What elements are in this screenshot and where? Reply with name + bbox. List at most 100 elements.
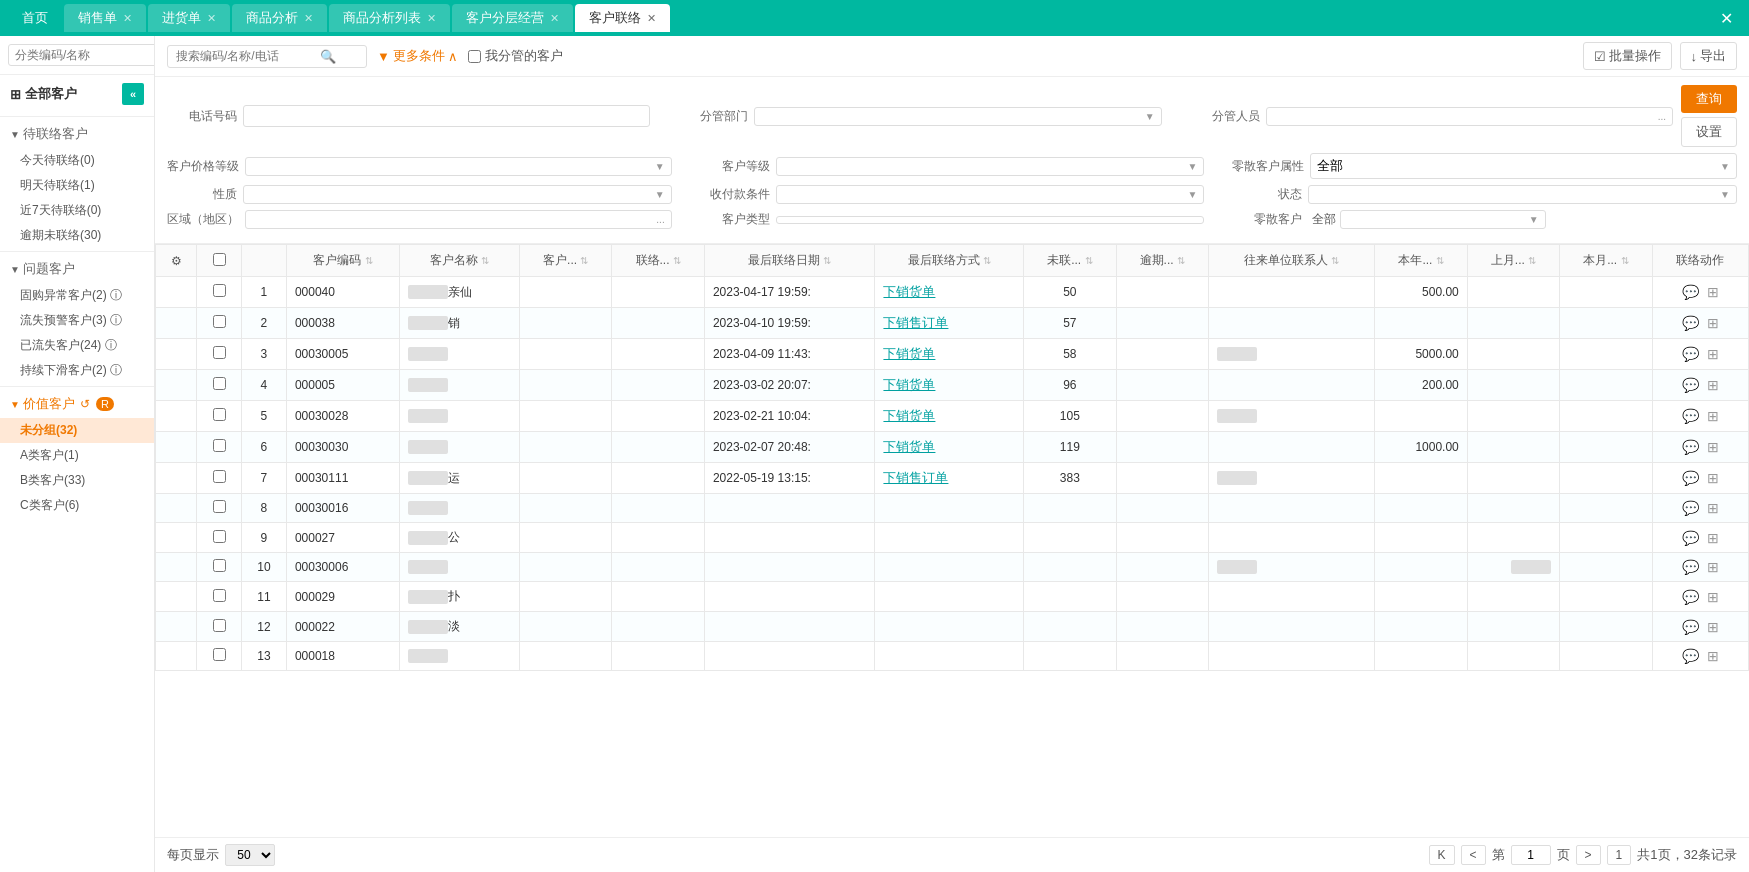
row-check[interactable] (197, 432, 241, 463)
customer-level-select[interactable]: ▼ (776, 157, 1205, 176)
status-select[interactable]: ▼ (1308, 185, 1737, 204)
grid-action-icon[interactable]: ⊞ (1707, 346, 1719, 362)
close-icon[interactable]: ✕ (550, 12, 559, 25)
row-last-method[interactable]: 下销货单 (875, 432, 1024, 463)
row-check[interactable] (197, 494, 241, 523)
sidebar-item-overdue[interactable]: 逾期未联络(30) (0, 223, 154, 248)
row-last-method[interactable]: 下销售订单 (875, 308, 1024, 339)
grid-action-icon[interactable]: ⊞ (1707, 315, 1719, 331)
grid-action-icon[interactable]: ⊞ (1707, 500, 1719, 516)
all-customers-label[interactable]: 全部客户 (25, 85, 77, 103)
query-button[interactable]: 查询 (1681, 85, 1737, 113)
close-icon[interactable]: ✕ (427, 12, 436, 25)
refresh-icon[interactable]: ↺ (80, 397, 90, 411)
row-check[interactable] (197, 308, 241, 339)
export-button[interactable]: ↓ 导出 (1680, 42, 1738, 70)
grid-action-icon[interactable]: ⊞ (1707, 470, 1719, 486)
message-icon[interactable]: 💬 (1682, 589, 1699, 605)
row-check[interactable] (197, 523, 241, 553)
row-last-method[interactable]: 下销售订单 (875, 463, 1024, 494)
grid-action-icon[interactable]: ⊞ (1707, 619, 1719, 635)
next-page-btn[interactable]: > (1576, 845, 1601, 865)
price-level-select[interactable]: ▼ (245, 157, 672, 176)
message-icon[interactable]: 💬 (1682, 619, 1699, 635)
sidebar-group-pending[interactable]: ▼ 待联络客户 (0, 120, 154, 148)
row-check[interactable] (197, 339, 241, 370)
message-icon[interactable]: 💬 (1682, 470, 1699, 486)
grid-action-icon[interactable]: ⊞ (1707, 648, 1719, 664)
message-icon[interactable]: 💬 (1682, 559, 1699, 575)
check-all[interactable] (213, 253, 226, 266)
sidebar-group-value[interactable]: ▼ 价值客户 ↺ R (0, 390, 154, 418)
first-page-btn[interactable]: K (1429, 845, 1455, 865)
tab-product-analysis[interactable]: 商品分析 ✕ (232, 4, 327, 32)
sidebar-item-7days[interactable]: 近7天待联络(0) (0, 198, 154, 223)
message-icon[interactable]: 💬 (1682, 346, 1699, 362)
search-box[interactable]: 🔍 (167, 45, 367, 68)
row-check[interactable] (197, 642, 241, 671)
grid-action-icon[interactable]: ⊞ (1707, 589, 1719, 605)
unit-contact-col[interactable]: 往来单位联系人 ⇅ (1208, 245, 1374, 277)
sidebar-item-ungrouped[interactable]: 未分组(32) (0, 418, 154, 443)
row-last-method[interactable]: 下销货单 (875, 339, 1024, 370)
tab-customer-segment[interactable]: 客户分层经营 ✕ (452, 4, 573, 32)
manager-select[interactable]: ... (1266, 107, 1673, 126)
grid-action-icon[interactable]: ⊞ (1707, 377, 1719, 393)
region-select[interactable]: ... (245, 210, 672, 229)
message-icon[interactable]: 💬 (1682, 439, 1699, 455)
uncontacted-col[interactable]: 未联... ⇅ (1024, 245, 1116, 277)
reset-button[interactable]: 设置 (1681, 117, 1737, 147)
sidebar-item-declining[interactable]: 持续下滑客户(2) ⓘ (0, 358, 154, 383)
tab-home[interactable]: 首页 (8, 4, 62, 32)
row-check[interactable] (197, 277, 241, 308)
message-icon[interactable]: 💬 (1682, 530, 1699, 546)
message-icon[interactable]: 💬 (1682, 315, 1699, 331)
row-check[interactable] (197, 553, 241, 582)
search-icon[interactable]: 🔍 (320, 49, 336, 64)
settings-col[interactable]: ⚙ (156, 245, 197, 277)
last-contact-method-col[interactable]: 最后联络方式 ⇅ (875, 245, 1024, 277)
sidebar-group-problem[interactable]: ▼ 问题客户 (0, 255, 154, 283)
sidebar-item-tomorrow[interactable]: 明天待联络(1) (0, 173, 154, 198)
page-size-select[interactable]: 50 10 20 100 (225, 844, 275, 866)
contact-col[interactable]: 联络... ⇅ (612, 245, 704, 277)
sidebar-item-lost[interactable]: 已流失客户(24) ⓘ (0, 333, 154, 358)
sidebar-item-b-class[interactable]: B类客户(33) (0, 468, 154, 493)
grid-action-icon[interactable]: ⊞ (1707, 530, 1719, 546)
last-contact-date-col[interactable]: 最后联络日期 ⇅ (704, 245, 875, 277)
row-last-method[interactable]: 下销货单 (875, 401, 1024, 432)
message-icon[interactable]: 💬 (1682, 648, 1699, 664)
message-icon[interactable]: 💬 (1682, 500, 1699, 516)
tab-product-list[interactable]: 商品分析列表 ✕ (329, 4, 450, 32)
code-col[interactable]: 客户编码 ⇅ (286, 245, 399, 277)
dept-select[interactable]: ▼ (754, 107, 1161, 126)
row-last-method[interactable]: 下销货单 (875, 370, 1024, 401)
last-page-btn[interactable]: 1 (1607, 845, 1632, 865)
overdue-col[interactable]: 逾期... ⇅ (1116, 245, 1208, 277)
retail-attr-select[interactable]: 全部 ▼ (1310, 153, 1737, 179)
row-check[interactable] (197, 582, 241, 612)
message-icon[interactable]: 💬 (1682, 284, 1699, 300)
close-icon[interactable]: ✕ (647, 12, 656, 25)
grid-action-icon[interactable]: ⊞ (1707, 559, 1719, 575)
tab-customer-contact[interactable]: 客户联络 ✕ (575, 4, 670, 32)
grid-action-icon[interactable]: ⊞ (1707, 284, 1719, 300)
row-check[interactable] (197, 463, 241, 494)
sidebar-item-today[interactable]: 今天待联络(0) (0, 148, 154, 173)
sidebar-item-c-class[interactable]: C类客户(6) (0, 493, 154, 518)
search-input[interactable] (176, 49, 316, 63)
row-last-method[interactable]: 下销货单 (875, 277, 1024, 308)
message-icon[interactable]: 💬 (1682, 408, 1699, 424)
customer-type-select[interactable] (776, 216, 1205, 224)
tab-sales[interactable]: 销售单 ✕ (64, 4, 146, 32)
sidebar-item-a-class[interactable]: A类客户(1) (0, 443, 154, 468)
row-check[interactable] (197, 370, 241, 401)
sidebar-item-abnormal[interactable]: 固购异常客户(2) ⓘ (0, 283, 154, 308)
this-month-col[interactable]: 本月... ⇅ (1560, 245, 1652, 277)
message-icon[interactable]: 💬 (1682, 377, 1699, 393)
row-check[interactable] (197, 401, 241, 432)
sidebar-search-input[interactable] (8, 44, 155, 66)
type-col[interactable]: 客户... ⇅ (520, 245, 612, 277)
name-col[interactable]: 客户名称 ⇅ (400, 245, 520, 277)
page-input[interactable] (1511, 845, 1551, 865)
